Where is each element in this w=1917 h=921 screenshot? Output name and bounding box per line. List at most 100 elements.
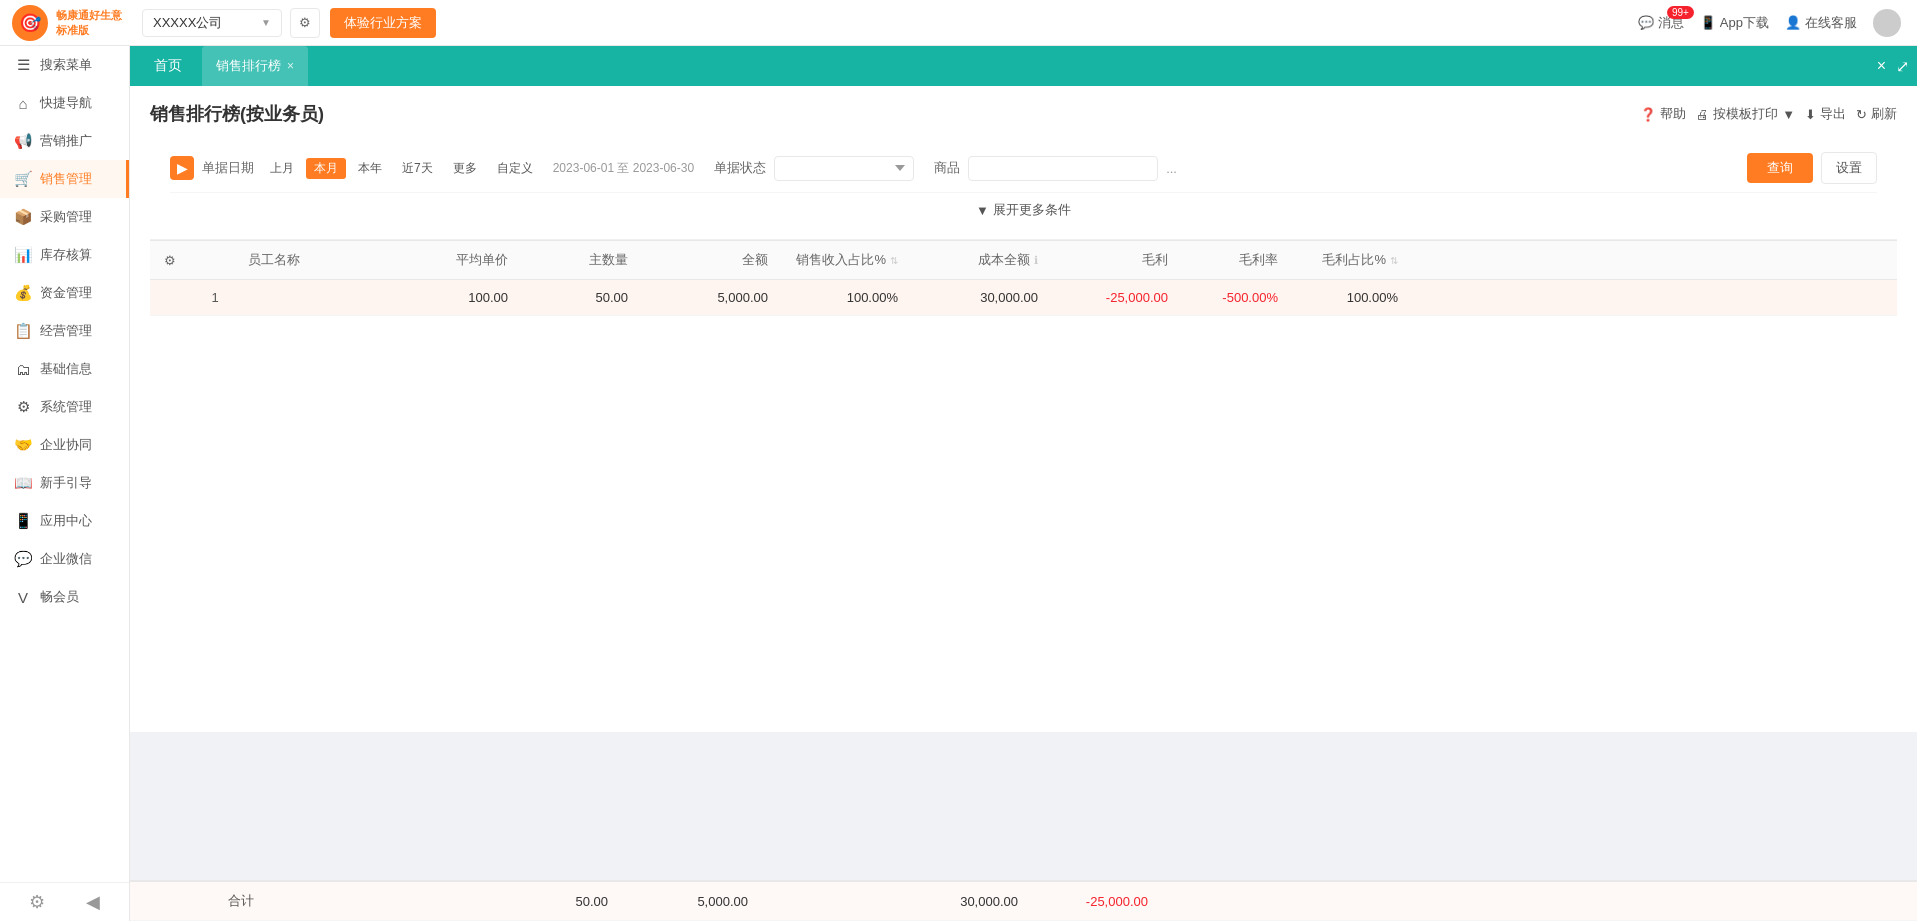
sidebar-item-label: 企业微信 [40, 550, 92, 568]
company-name: XXXXX公司 [153, 14, 253, 32]
page-header: 销售排行榜(按业务员) ❓ 帮助 🖨 按模板打印 ▼ [150, 102, 1897, 126]
date-tab-custom[interactable]: 自定义 [489, 158, 541, 179]
finance-icon: 💰 [14, 284, 32, 302]
goods-label: 商品 [934, 159, 960, 177]
total-profit-pct [1270, 891, 1390, 911]
table-row: 1 100.00 50.00 5,000.00 100.00% 30,000.0… [150, 280, 1897, 316]
date-tab-this-year[interactable]: 本年 [350, 158, 390, 179]
col-name-header: 员工名称 [240, 241, 400, 279]
total-qty: 50.00 [500, 884, 620, 919]
date-tab-this-month[interactable]: 本月 [306, 158, 346, 179]
sidebar-item-inventory[interactable]: 📊 库存核算 [0, 236, 129, 274]
sidebar-item-search[interactable]: ☰ 搜索菜单 [0, 46, 129, 84]
query-button[interactable]: 查询 [1747, 153, 1813, 183]
company-selector[interactable]: XXXXX公司 ▼ [142, 9, 282, 37]
online-service-label: 在线客服 [1805, 14, 1857, 32]
date-tab-last-month[interactable]: 上月 [262, 158, 302, 179]
purchase-icon: 📦 [14, 208, 32, 226]
col-index-header [190, 250, 240, 270]
sidebar-item-system[interactable]: ⚙ 系统管理 [0, 388, 129, 426]
app-download-button[interactable]: 📱 App下载 [1700, 14, 1769, 32]
sidebar-item-apps[interactable]: 📱 应用中心 [0, 502, 129, 540]
col-revenue-pct-header: 销售收入占比% ⇅ [780, 241, 910, 279]
member-icon: V [14, 588, 32, 606]
system-icon: ⚙ [14, 398, 32, 416]
sidebar-item-collaboration[interactable]: 🤝 企业协同 [0, 426, 129, 464]
chevron-down-icon: ▼ [976, 203, 989, 218]
print-label: 按模板打印 [1713, 105, 1778, 123]
expand-icon[interactable]: ▶ [170, 156, 194, 180]
revenue-sort-icon[interactable]: ⇅ [890, 255, 898, 266]
help-label: 帮助 [1660, 105, 1686, 123]
total-profit-rate [1160, 891, 1270, 911]
guide-icon: 📖 [14, 474, 32, 492]
inventory-icon: 📊 [14, 246, 32, 264]
app-download-label: App下载 [1720, 14, 1769, 32]
help-button[interactable]: ❓ 帮助 [1640, 105, 1686, 123]
sidebar-item-label: 畅会员 [40, 588, 79, 606]
sidebar-item-label: 系统管理 [40, 398, 92, 416]
col-settings[interactable]: ⚙ [150, 243, 190, 278]
tab-sales-ranking-label: 销售排行榜 [216, 57, 281, 75]
sidebar-item-marketing[interactable]: 📢 营销推广 [0, 122, 129, 160]
status-label: 单据状态 [714, 159, 766, 177]
col-profit-header: 毛利 [1050, 241, 1180, 279]
sidebar-item-guide[interactable]: 📖 新手引导 [0, 464, 129, 502]
row-cost: 30,000.00 [910, 280, 1050, 315]
sidebar-item-purchase[interactable]: 📦 采购管理 [0, 198, 129, 236]
filter-area: ▶ 单据日期 上月 本月 本年 近7天 更多 自定义 [150, 140, 1897, 240]
home-icon: ⌂ [14, 94, 32, 112]
sidebar-settings-button[interactable]: ⚙ [29, 891, 45, 913]
marketing-icon: 📢 [14, 132, 32, 150]
row-profit-pct: 100.00% [1290, 280, 1410, 315]
sidebar-item-label: 快捷导航 [40, 94, 92, 112]
sidebar-item-member[interactable]: V 畅会员 [0, 578, 129, 616]
window-maximize-icon[interactable]: ⤢ [1896, 57, 1909, 76]
logo-text: 畅康通好生意 标准版 [56, 8, 122, 37]
sidebar-item-basics[interactable]: 🗂 基础信息 [0, 350, 129, 388]
tab-close-icon[interactable]: × [287, 59, 294, 73]
window-close-icon[interactable]: × [1877, 57, 1886, 76]
sidebar-collapse-button[interactable]: ◀ [86, 891, 100, 913]
tab-bar: 首页 销售排行榜 × × ⤢ [130, 46, 1917, 86]
export-icon: ⬇ [1805, 107, 1816, 122]
page-title: 销售排行榜(按业务员) [150, 102, 324, 126]
date-tab-more[interactable]: 更多 [445, 158, 485, 179]
total-avg-price [380, 891, 500, 911]
user-avatar-area[interactable] [1873, 9, 1905, 37]
date-tab-7days[interactable]: 近7天 [394, 158, 441, 179]
row-avg-price: 100.00 [400, 280, 520, 315]
total-index [170, 891, 220, 911]
more-filters-toggle[interactable]: ▼ 展开更多条件 [170, 192, 1877, 227]
date-filter: ▶ 单据日期 上月 本月 本年 近7天 更多 自定义 [170, 156, 694, 180]
export-button[interactable]: ⬇ 导出 [1805, 105, 1846, 123]
message-button[interactable]: 💬 消息 99+ [1638, 14, 1684, 32]
sidebar-item-management[interactable]: 📋 经营管理 [0, 312, 129, 350]
col-qty-header: 主数量 [520, 241, 640, 279]
tab-sales-ranking[interactable]: 销售排行榜 × [202, 46, 308, 86]
export-label: 导出 [1820, 105, 1846, 123]
sidebar-item-label: 搜索菜单 [40, 56, 92, 74]
sidebar-item-shortcuts[interactable]: ⌂ 快捷导航 [0, 84, 129, 122]
sidebar-item-sales[interactable]: 🛒 销售管理 [0, 160, 129, 198]
profit-pct-sort-icon[interactable]: ⇅ [1390, 255, 1398, 266]
refresh-button[interactable]: ↻ 刷新 [1856, 105, 1897, 123]
table-settings-button[interactable]: 设置 [1821, 152, 1877, 184]
more-filters-label: 展开更多条件 [993, 201, 1071, 219]
filter-ellipsis[interactable]: ... [1166, 161, 1177, 176]
status-select[interactable] [774, 156, 914, 181]
goods-input[interactable] [968, 156, 1158, 181]
sidebar-item-label: 应用中心 [40, 512, 92, 530]
online-service-button[interactable]: 👤 在线客服 [1785, 14, 1857, 32]
col-profit-rate-header: 毛利率 [1180, 241, 1290, 279]
settings-icon[interactable]: ⚙ [290, 8, 320, 38]
sidebar-item-wechat[interactable]: 💬 企业微信 [0, 540, 129, 578]
trial-button[interactable]: 体验行业方案 [330, 8, 436, 38]
tab-home[interactable]: 首页 [138, 46, 198, 86]
cost-info-icon[interactable]: ℹ [1034, 254, 1038, 267]
sidebar-item-finance[interactable]: 💰 资金管理 [0, 274, 129, 312]
print-template-button[interactable]: 🖨 按模板打印 ▼ [1696, 105, 1795, 123]
total-revenue-pct [760, 891, 890, 911]
sidebar-item-label: 营销推广 [40, 132, 92, 150]
sidebar-item-label: 销售管理 [40, 170, 92, 188]
